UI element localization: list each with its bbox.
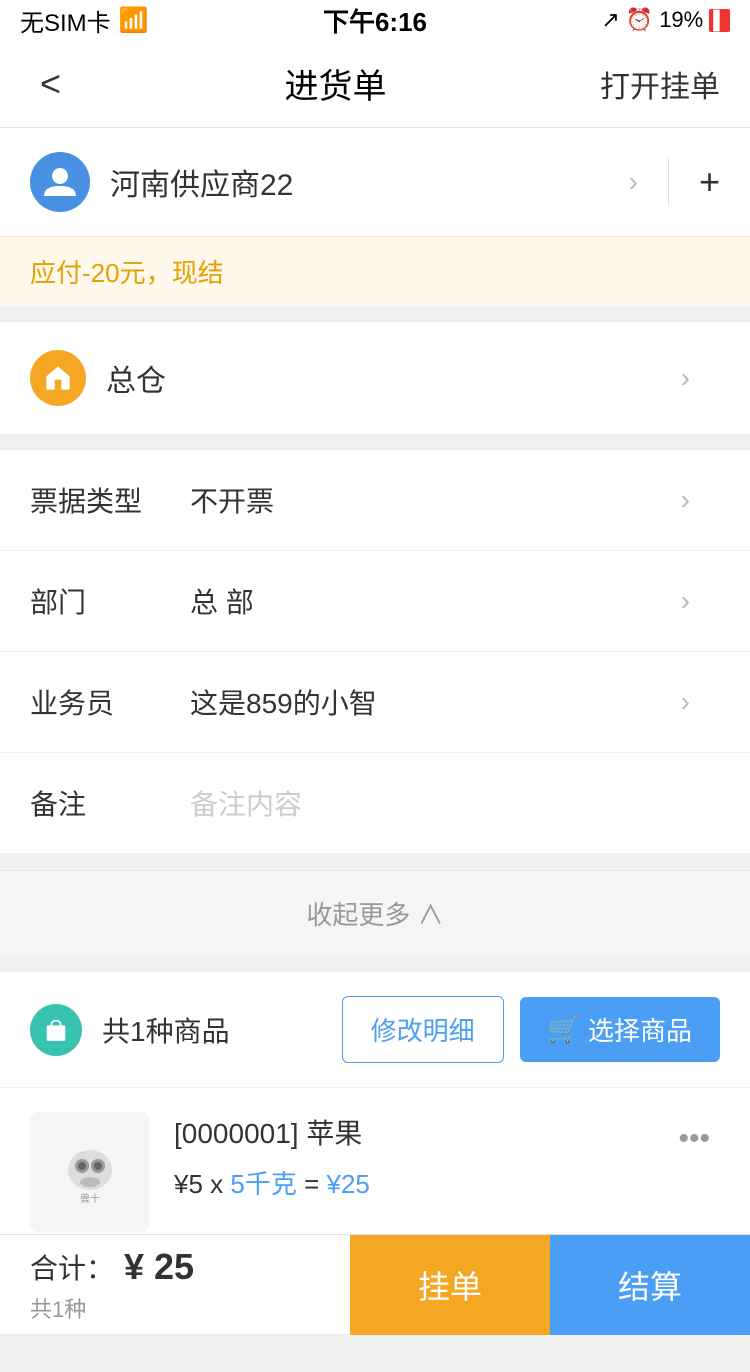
- salesperson-label: 业务员: [30, 682, 150, 722]
- divider: [668, 158, 669, 206]
- alarm-icon: ⏰: [626, 7, 653, 33]
- salesperson-row[interactable]: 业务员 这是859的小智 ›: [0, 652, 750, 753]
- equals-sign: =: [304, 1169, 326, 1199]
- add-icon[interactable]: +: [699, 161, 720, 203]
- multiply-sign: x: [210, 1169, 230, 1199]
- product-item: 兽十 [0000001] 苹果 ¥5 x 5千克 = ¥25 •••: [0, 1088, 750, 1256]
- notice-bar: 应付-20元，现结: [0, 236, 750, 306]
- back-button[interactable]: <: [30, 53, 71, 115]
- total-label: 合计： ¥ 25: [30, 1246, 320, 1288]
- status-time: 下午6:16: [323, 2, 427, 39]
- total-amount: ¥ 25: [124, 1246, 194, 1288]
- unit-price: ¥5: [174, 1169, 203, 1199]
- content: 河南供应商22 › + 应付-20元，现结 总仓 › 票据类型 不开票 › 部门…: [0, 128, 750, 1372]
- signal-text: 无SIM卡: [20, 3, 111, 38]
- more-options-button[interactable]: •••: [668, 1112, 720, 1166]
- subtotal: ¥25: [327, 1169, 370, 1199]
- nav-bar: < 进货单 打开挂单: [0, 40, 750, 128]
- battery-text: 19%: [659, 7, 703, 33]
- user-icon: [42, 164, 78, 200]
- page-title: 进货单: [285, 59, 387, 108]
- products-icon: [30, 1004, 82, 1056]
- home-icon: [43, 363, 73, 393]
- status-bar: 无SIM卡 📶 下午6:16 ↗ ⏰ 19% ▌: [0, 0, 750, 40]
- invoice-label: 票据类型: [30, 480, 150, 520]
- remark-value: 备注内容: [150, 783, 720, 823]
- products-header: 共1种商品 修改明细 🛒 选择商品: [0, 972, 750, 1088]
- bag-icon: [42, 1016, 70, 1044]
- chevron-right-icon: ›: [681, 362, 690, 394]
- dept-label: 部门: [30, 581, 150, 621]
- edit-detail-button[interactable]: 修改明细: [342, 996, 504, 1063]
- product-price-formula: ¥5 x 5千克 = ¥25: [174, 1164, 668, 1201]
- location-icon: ↗: [601, 7, 619, 33]
- chevron-right-icon: ›: [681, 484, 690, 516]
- dept-value: 总 部: [150, 581, 681, 621]
- settle-button[interactable]: 结算: [550, 1235, 750, 1335]
- cart-icon: 🛒: [548, 1014, 580, 1045]
- remark-label: 备注: [30, 783, 150, 823]
- dept-row[interactable]: 部门 总 部 ›: [0, 551, 750, 652]
- product-title: 苹果: [306, 1118, 362, 1149]
- select-product-button[interactable]: 🛒 选择商品: [520, 997, 720, 1062]
- product-name: [0000001] 苹果: [174, 1112, 668, 1152]
- chevron-right-icon: ›: [681, 585, 690, 617]
- supplier-name: 河南供应商22: [110, 160, 629, 204]
- bottom-bar: 合计： ¥ 25 共1种 挂单 结算: [0, 1234, 750, 1334]
- open-hang-button[interactable]: 打开挂单: [600, 62, 720, 106]
- chevron-right-icon: ›: [629, 166, 638, 198]
- product-image: 兽十: [50, 1132, 130, 1212]
- status-left: 无SIM卡 📶: [20, 3, 149, 38]
- warehouse-name: 总仓: [106, 356, 681, 400]
- warehouse-row[interactable]: 总仓 ›: [0, 322, 750, 434]
- total-count: 共1种: [30, 1292, 320, 1324]
- product-code: [0000001]: [174, 1118, 299, 1149]
- supplier-row[interactable]: 河南供应商22 › +: [0, 128, 750, 236]
- quantity: 5千克: [230, 1169, 296, 1199]
- warehouse-icon: [30, 350, 86, 406]
- total-section: 合计： ¥ 25 共1种: [0, 1246, 350, 1324]
- wifi-icon: 📶: [119, 6, 149, 35]
- svg-text:兽十: 兽十: [80, 1192, 100, 1205]
- hang-button[interactable]: 挂单: [350, 1235, 550, 1335]
- product-info: [0000001] 苹果 ¥5 x 5千克 = ¥25: [174, 1112, 668, 1201]
- invoice-row[interactable]: 票据类型 不开票 ›: [0, 450, 750, 551]
- form-section: 票据类型 不开票 › 部门 总 部 › 业务员 这是859的小智 › 备注 备注…: [0, 450, 750, 854]
- invoice-value: 不开票: [150, 480, 681, 520]
- battery-icon: ▌: [709, 9, 730, 32]
- product-thumbnail: 兽十: [30, 1112, 150, 1232]
- remark-row[interactable]: 备注 备注内容: [0, 753, 750, 854]
- salesperson-value: 这是859的小智: [150, 682, 681, 722]
- collapse-row[interactable]: 收起更多 ∧: [0, 870, 750, 956]
- supplier-section: 河南供应商22 › + 应付-20元，现结: [0, 128, 750, 306]
- products-section: 共1种商品 修改明细 🛒 选择商品 兽十: [0, 972, 750, 1256]
- status-right: ↗ ⏰ 19% ▌: [601, 7, 730, 33]
- chevron-right-icon: ›: [681, 686, 690, 718]
- products-count: 共1种商品: [102, 1010, 342, 1050]
- supplier-avatar: [30, 152, 90, 212]
